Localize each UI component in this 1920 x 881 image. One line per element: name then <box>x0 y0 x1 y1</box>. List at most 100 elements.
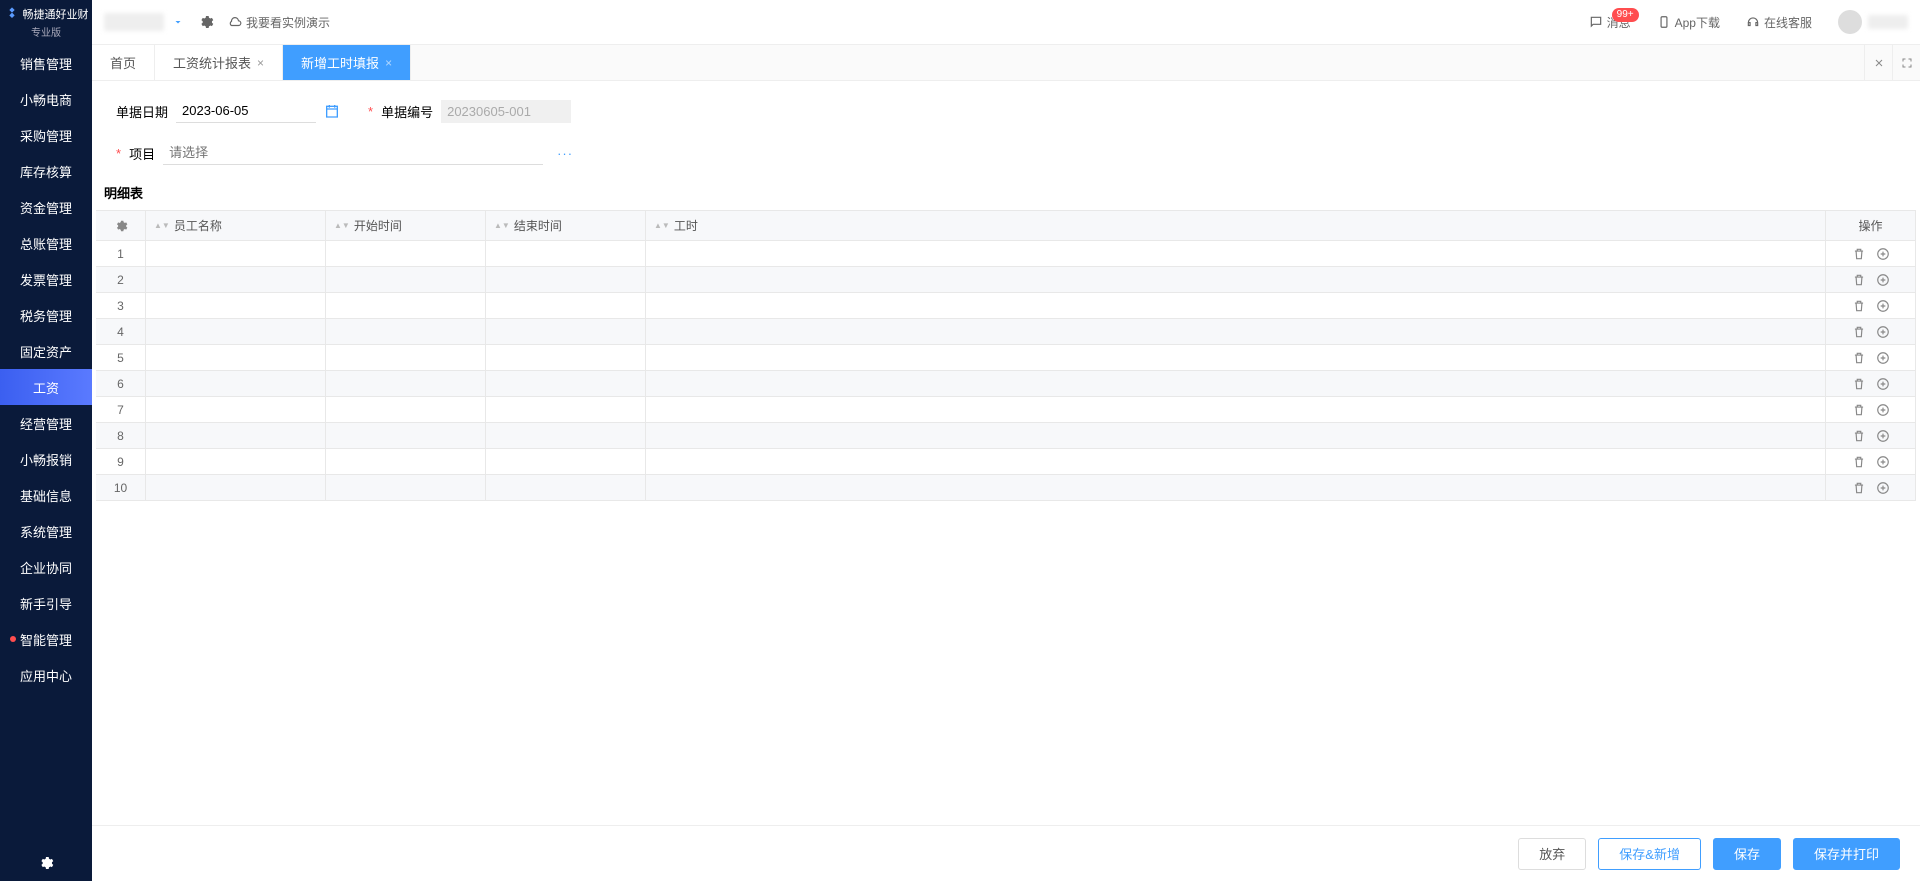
sidebar-item-14[interactable]: 企业协同 <box>0 549 92 585</box>
sidebar-item-9[interactable]: 工资 <box>0 369 92 405</box>
tab-0[interactable]: 首页 <box>92 45 155 80</box>
col-hours[interactable]: ▲▼工时 <box>646 211 1826 241</box>
cell-hours[interactable] <box>646 345 1826 371</box>
sidebar-item-15[interactable]: 新手引导 <box>0 585 92 621</box>
tab-close-icon[interactable]: × <box>385 56 392 70</box>
cell-hours[interactable] <box>646 449 1826 475</box>
sidebar-settings[interactable] <box>0 845 92 881</box>
sidebar-item-12[interactable]: 基础信息 <box>0 477 92 513</box>
discard-button[interactable]: 放弃 <box>1518 838 1586 870</box>
cell-start[interactable] <box>326 267 486 293</box>
save-button[interactable]: 保存 <box>1713 838 1781 870</box>
cell-end[interactable] <box>486 475 646 501</box>
sidebar-item-5[interactable]: 总账管理 <box>0 225 92 261</box>
cell-employee[interactable] <box>146 345 326 371</box>
tab-close-all[interactable] <box>1864 45 1892 80</box>
delete-row-button[interactable] <box>1852 299 1866 313</box>
cell-employee[interactable] <box>146 371 326 397</box>
cell-start[interactable] <box>326 241 486 267</box>
delete-row-button[interactable] <box>1852 429 1866 443</box>
add-row-button[interactable] <box>1876 247 1890 261</box>
column-config-button[interactable] <box>96 211 146 241</box>
add-row-button[interactable] <box>1876 299 1890 313</box>
org-settings-button[interactable] <box>198 14 214 30</box>
cell-start[interactable] <box>326 475 486 501</box>
add-row-button[interactable] <box>1876 273 1890 287</box>
save-print-button[interactable]: 保存并打印 <box>1793 838 1900 870</box>
cell-hours[interactable] <box>646 423 1826 449</box>
cell-hours[interactable] <box>646 371 1826 397</box>
cell-hours[interactable] <box>646 397 1826 423</box>
cell-employee[interactable] <box>146 475 326 501</box>
delete-row-button[interactable] <box>1852 481 1866 495</box>
add-row-button[interactable] <box>1876 481 1890 495</box>
sidebar-item-1[interactable]: 小畅电商 <box>0 81 92 117</box>
cell-start[interactable] <box>326 449 486 475</box>
cell-start[interactable] <box>326 345 486 371</box>
cell-hours[interactable] <box>646 293 1826 319</box>
tab-2[interactable]: 新增工时填报× <box>283 45 411 80</box>
sidebar-item-7[interactable]: 税务管理 <box>0 297 92 333</box>
sidebar-item-10[interactable]: 经营管理 <box>0 405 92 441</box>
cell-start[interactable] <box>326 293 486 319</box>
cell-end[interactable] <box>486 293 646 319</box>
tab-1[interactable]: 工资统计报表× <box>155 45 283 80</box>
sidebar-item-11[interactable]: 小畅报销 <box>0 441 92 477</box>
cell-employee[interactable] <box>146 423 326 449</box>
cell-start[interactable] <box>326 371 486 397</box>
cell-employee[interactable] <box>146 449 326 475</box>
calendar-icon[interactable] <box>324 103 340 119</box>
cell-end[interactable] <box>486 241 646 267</box>
cell-end[interactable] <box>486 449 646 475</box>
delete-row-button[interactable] <box>1852 325 1866 339</box>
cell-end[interactable] <box>486 397 646 423</box>
col-end[interactable]: ▲▼结束时间 <box>486 211 646 241</box>
add-row-button[interactable] <box>1876 377 1890 391</box>
cell-employee[interactable] <box>146 293 326 319</box>
org-selector[interactable] <box>104 13 184 31</box>
sidebar-item-6[interactable]: 发票管理 <box>0 261 92 297</box>
project-more-button[interactable]: ··· <box>557 146 573 161</box>
add-row-button[interactable] <box>1876 351 1890 365</box>
sidebar-item-13[interactable]: 系统管理 <box>0 513 92 549</box>
cell-start[interactable] <box>326 423 486 449</box>
col-employee[interactable]: ▲▼员工名称 <box>146 211 326 241</box>
app-download-button[interactable]: App下载 <box>1657 14 1720 31</box>
cell-end[interactable] <box>486 423 646 449</box>
sidebar-item-3[interactable]: 库存核算 <box>0 153 92 189</box>
demo-link[interactable]: 我要看实例演示 <box>228 14 330 31</box>
delete-row-button[interactable] <box>1852 351 1866 365</box>
delete-row-button[interactable] <box>1852 377 1866 391</box>
cell-start[interactable] <box>326 397 486 423</box>
cell-employee[interactable] <box>146 319 326 345</box>
cell-end[interactable] <box>486 319 646 345</box>
support-button[interactable]: 在线客服 <box>1746 14 1812 31</box>
cell-start[interactable] <box>326 319 486 345</box>
cell-end[interactable] <box>486 371 646 397</box>
sidebar-item-0[interactable]: 销售管理 <box>0 45 92 81</box>
delete-row-button[interactable] <box>1852 403 1866 417</box>
cell-end[interactable] <box>486 345 646 371</box>
messages-button[interactable]: 消息 99+ <box>1589 14 1631 31</box>
delete-row-button[interactable] <box>1852 455 1866 469</box>
sidebar-item-8[interactable]: 固定资产 <box>0 333 92 369</box>
cell-hours[interactable] <box>646 241 1826 267</box>
save-new-button[interactable]: 保存&新增 <box>1598 838 1701 870</box>
tab-close-icon[interactable]: × <box>257 56 264 70</box>
project-select[interactable] <box>163 141 543 165</box>
add-row-button[interactable] <box>1876 455 1890 469</box>
col-start[interactable]: ▲▼开始时间 <box>326 211 486 241</box>
add-row-button[interactable] <box>1876 429 1890 443</box>
cell-employee[interactable] <box>146 267 326 293</box>
delete-row-button[interactable] <box>1852 247 1866 261</box>
sidebar-item-16[interactable]: 智能管理 <box>0 621 92 657</box>
cell-end[interactable] <box>486 267 646 293</box>
add-row-button[interactable] <box>1876 325 1890 339</box>
add-row-button[interactable] <box>1876 403 1890 417</box>
date-input[interactable] <box>176 99 316 123</box>
cell-hours[interactable] <box>646 475 1826 501</box>
cell-employee[interactable] <box>146 397 326 423</box>
delete-row-button[interactable] <box>1852 273 1866 287</box>
cell-employee[interactable] <box>146 241 326 267</box>
user-block[interactable] <box>1838 10 1908 34</box>
